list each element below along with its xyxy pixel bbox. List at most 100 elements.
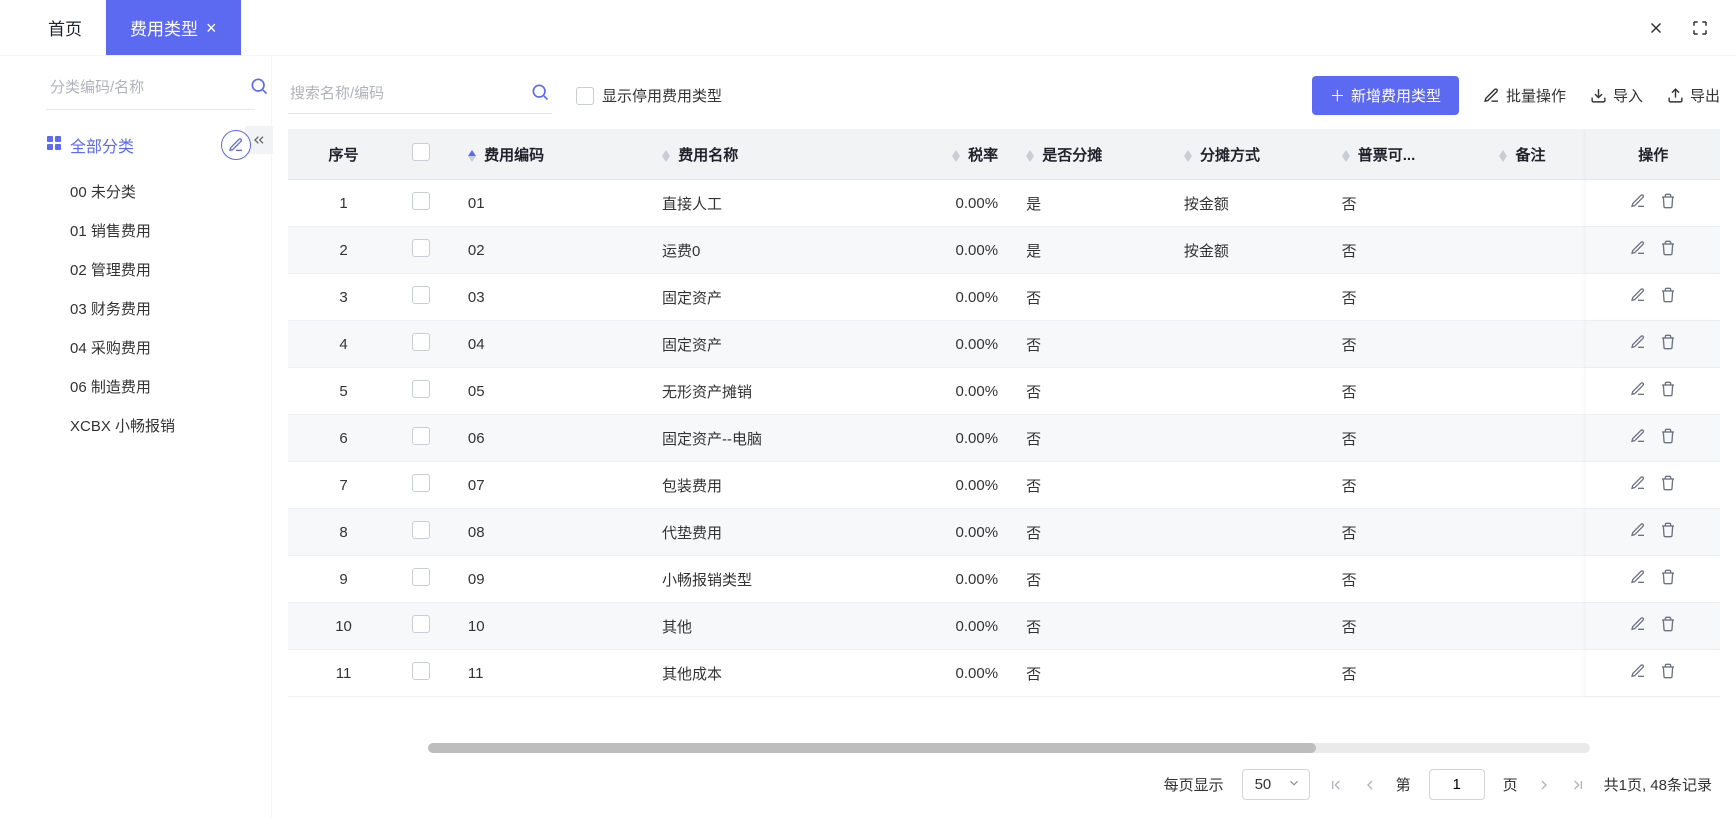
edit-row-icon[interactable] — [1630, 193, 1646, 213]
search-icon[interactable] — [530, 82, 550, 105]
th-checkbox[interactable] — [385, 129, 458, 180]
cell-name: 其他成本 — [652, 650, 895, 697]
cell-checkbox[interactable] — [385, 180, 458, 227]
cell-checkbox[interactable] — [385, 462, 458, 509]
delete-row-icon[interactable] — [1660, 428, 1676, 448]
edit-row-icon[interactable] — [1630, 663, 1646, 683]
edit-row-icon[interactable] — [1630, 569, 1646, 589]
export-icon — [1667, 87, 1684, 104]
delete-row-icon[interactable] — [1660, 569, 1676, 589]
edit-row-icon[interactable] — [1630, 240, 1646, 260]
checkbox-icon[interactable] — [576, 87, 594, 105]
checkbox-icon[interactable] — [412, 615, 430, 633]
export-button[interactable]: 导出 — [1667, 85, 1720, 106]
checkbox-icon[interactable] — [412, 143, 430, 161]
cell-checkbox[interactable] — [385, 321, 458, 368]
category-item[interactable]: 04 采购费用 — [16, 328, 263, 367]
next-page-icon[interactable] — [1536, 777, 1552, 793]
checkbox-icon[interactable] — [412, 568, 430, 586]
tab-expense-type[interactable]: 费用类型 × — [106, 0, 241, 55]
page-input[interactable] — [1429, 769, 1485, 800]
category-item[interactable]: XCBX 小畅报销 — [16, 406, 263, 445]
per-page-select[interactable]: 50 — [1242, 769, 1310, 800]
sidebar-search-input[interactable] — [50, 79, 249, 96]
th-invoice[interactable]: 普票可... — [1332, 129, 1490, 180]
cell-checkbox[interactable] — [385, 603, 458, 650]
cell-checkbox[interactable] — [385, 368, 458, 415]
checkbox-icon[interactable] — [412, 239, 430, 257]
th-name[interactable]: 费用名称 — [652, 129, 895, 180]
delete-row-icon[interactable] — [1660, 193, 1676, 213]
table-scroll[interactable]: 序号 费用编码 费用名称 — [288, 129, 1720, 739]
table-row: 808代垫费用0.00%否否 — [288, 509, 1720, 556]
delete-row-icon[interactable] — [1660, 287, 1676, 307]
sort-icon[interactable] — [662, 150, 670, 162]
category-item[interactable]: 01 销售费用 — [16, 211, 263, 250]
checkbox-icon[interactable] — [412, 380, 430, 398]
close-icon[interactable]: × — [206, 19, 217, 37]
checkbox-icon[interactable] — [412, 474, 430, 492]
delete-row-icon[interactable] — [1660, 334, 1676, 354]
edit-root-button[interactable] — [221, 130, 251, 160]
th-seq[interactable]: 序号 — [288, 129, 385, 180]
delete-row-icon[interactable] — [1660, 240, 1676, 260]
cell-checkbox[interactable] — [385, 556, 458, 603]
search-icon[interactable] — [249, 76, 269, 99]
first-page-icon[interactable] — [1328, 777, 1344, 793]
edit-row-icon[interactable] — [1630, 334, 1646, 354]
import-button[interactable]: 导入 — [1590, 85, 1643, 106]
category-item[interactable]: 03 财务费用 — [16, 289, 263, 328]
category-root[interactable]: 全部分类 — [16, 124, 263, 166]
prev-page-icon[interactable] — [1362, 777, 1378, 793]
checkbox-icon[interactable] — [412, 333, 430, 351]
edit-row-icon[interactable] — [1630, 287, 1646, 307]
th-rate[interactable]: 税率 — [895, 129, 1016, 180]
cell-checkbox[interactable] — [385, 415, 458, 462]
th-code[interactable]: 费用编码 — [458, 129, 652, 180]
th-share[interactable]: 是否分摊 — [1016, 129, 1174, 180]
cell-checkbox[interactable] — [385, 509, 458, 556]
edit-row-icon[interactable] — [1630, 616, 1646, 636]
delete-row-icon[interactable] — [1660, 381, 1676, 401]
horizontal-scrollbar[interactable] — [288, 741, 1720, 755]
edit-row-icon[interactable] — [1630, 522, 1646, 542]
checkbox-icon[interactable] — [412, 427, 430, 445]
edit-row-icon[interactable] — [1630, 475, 1646, 495]
checkbox-icon[interactable] — [412, 662, 430, 680]
category-item[interactable]: 00 未分类 — [16, 172, 263, 211]
delete-row-icon[interactable] — [1660, 616, 1676, 636]
sort-icon[interactable] — [1184, 150, 1192, 162]
edit-row-icon[interactable] — [1630, 428, 1646, 448]
delete-row-icon[interactable] — [1660, 522, 1676, 542]
grid-icon — [46, 135, 62, 156]
sort-icon[interactable] — [1342, 150, 1350, 162]
tab-home[interactable]: 首页 — [24, 0, 106, 55]
add-label: 新增费用类型 — [1351, 85, 1441, 106]
cell-checkbox[interactable] — [385, 274, 458, 321]
last-page-icon[interactable] — [1570, 777, 1586, 793]
cell-checkbox[interactable] — [385, 227, 458, 274]
th-method[interactable]: 分摊方式 — [1174, 129, 1332, 180]
sort-icon[interactable] — [1026, 150, 1034, 162]
cell-checkbox[interactable] — [385, 650, 458, 697]
close-all-icon[interactable] — [1644, 16, 1668, 40]
checkbox-icon[interactable] — [412, 192, 430, 210]
category-item[interactable]: 06 制造费用 — [16, 367, 263, 406]
show-disabled-checkbox[interactable]: 显示停用费用类型 — [576, 85, 722, 106]
edit-row-icon[interactable] — [1630, 381, 1646, 401]
sort-icon[interactable] — [468, 150, 476, 162]
sort-icon[interactable] — [1499, 150, 1507, 162]
checkbox-icon[interactable] — [412, 521, 430, 539]
fullscreen-icon[interactable] — [1688, 16, 1712, 40]
delete-row-icon[interactable] — [1660, 663, 1676, 683]
batch-button[interactable]: 批量操作 — [1483, 85, 1566, 106]
cell-share: 否 — [1016, 603, 1174, 650]
add-expense-type-button[interactable]: ＋ 新增费用类型 — [1312, 76, 1459, 115]
checkbox-icon[interactable] — [412, 286, 430, 304]
scrollbar-thumb[interactable] — [428, 743, 1316, 753]
sort-icon[interactable] — [952, 150, 960, 162]
toolbar-search-input[interactable] — [290, 85, 530, 102]
delete-row-icon[interactable] — [1660, 475, 1676, 495]
category-item[interactable]: 02 管理费用 — [16, 250, 263, 289]
th-note[interactable]: 备注 — [1489, 129, 1586, 180]
